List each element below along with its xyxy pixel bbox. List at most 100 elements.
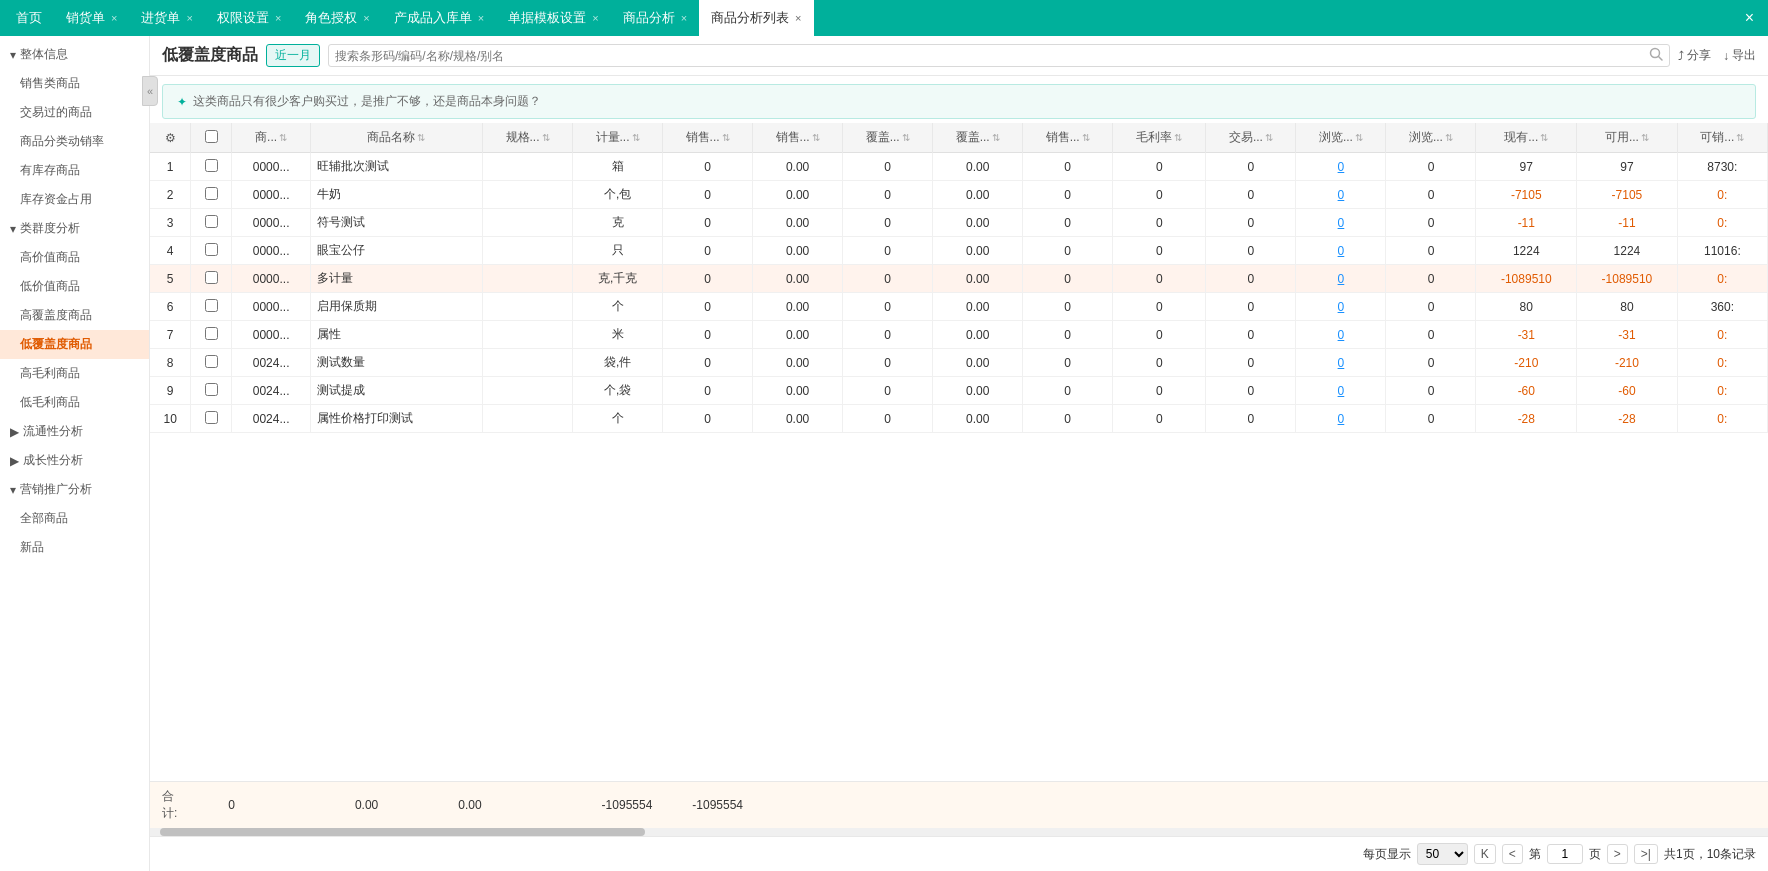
sidebar-item-sales-goods[interactable]: 销售类商品 bbox=[0, 69, 149, 98]
row-view1[interactable]: 0 bbox=[1296, 153, 1386, 181]
sidebar-item-low-value[interactable]: 低价值商品 bbox=[0, 272, 149, 301]
row-cover2: 0.00 bbox=[933, 181, 1023, 209]
nav-tab-template[interactable]: 单据模板设置 × bbox=[496, 0, 610, 36]
sidebar-item-high-gross[interactable]: 高毛利商品 bbox=[0, 359, 149, 388]
prev-page-button[interactable]: < bbox=[1502, 844, 1523, 864]
filter-period-button[interactable]: 近一月 bbox=[266, 44, 320, 67]
sidebar-item-low-gross[interactable]: 低毛利商品 bbox=[0, 388, 149, 417]
row-cover1: 0 bbox=[843, 377, 933, 405]
select-all-checkbox[interactable] bbox=[205, 130, 218, 143]
nav-tab-permission-close[interactable]: × bbox=[275, 12, 281, 24]
horizontal-scrollbar[interactable] bbox=[150, 828, 1768, 836]
sidebar-item-high-coverage[interactable]: 高覆盖度商品 bbox=[0, 301, 149, 330]
col-code[interactable]: 商...⇅ bbox=[232, 123, 310, 153]
col-sales-amount[interactable]: 销售...⇅ bbox=[753, 123, 843, 153]
col-available-stock[interactable]: 可用...⇅ bbox=[1577, 123, 1678, 153]
row-checkbox[interactable] bbox=[191, 209, 232, 237]
row-view1[interactable]: 0 bbox=[1296, 293, 1386, 321]
sidebar-item-high-value[interactable]: 高价值商品 bbox=[0, 243, 149, 272]
row-view1[interactable]: 0 bbox=[1296, 349, 1386, 377]
nav-tab-analysis-list-close[interactable]: × bbox=[795, 12, 801, 24]
export-button[interactable]: ↓ 导出 bbox=[1723, 47, 1756, 64]
nav-tab-permission-label: 权限设置 bbox=[217, 9, 269, 27]
nav-tab-purchase-close[interactable]: × bbox=[186, 12, 192, 24]
row-view1[interactable]: 0 bbox=[1296, 405, 1386, 433]
sidebar-section-overall[interactable]: ▾ 整体信息 bbox=[0, 40, 149, 69]
row-checkbox[interactable] bbox=[191, 181, 232, 209]
col-cover2[interactable]: 覆盖...⇅ bbox=[933, 123, 1023, 153]
col-trade[interactable]: 交易...⇅ bbox=[1206, 123, 1296, 153]
sidebar-item-new-goods[interactable]: 新品 bbox=[0, 533, 149, 562]
row-checkbox[interactable] bbox=[191, 293, 232, 321]
sidebar-section-flow[interactable]: ▶ 流通性分析 bbox=[0, 417, 149, 446]
nav-tab-template-close[interactable]: × bbox=[592, 12, 598, 24]
col-sellable[interactable]: 可销...⇅ bbox=[1677, 123, 1767, 153]
row-view1[interactable]: 0 bbox=[1296, 237, 1386, 265]
row-checkbox[interactable] bbox=[191, 405, 232, 433]
nav-tab-analysis-list[interactable]: 商品分析列表 × bbox=[699, 0, 813, 36]
col-sales-last[interactable]: 销售...⇅ bbox=[1023, 123, 1113, 153]
row-current-stock: -1089510 bbox=[1476, 265, 1577, 293]
row-checkbox[interactable] bbox=[191, 321, 232, 349]
nav-close-all-button[interactable]: × bbox=[1735, 9, 1764, 27]
col-unit[interactable]: 计量...⇅ bbox=[573, 123, 663, 153]
col-settings[interactable]: ⚙ bbox=[150, 123, 191, 153]
col-cover1[interactable]: 覆盖...⇅ bbox=[843, 123, 933, 153]
sidebar-section-growth[interactable]: ▶ 成长性分析 bbox=[0, 446, 149, 475]
nav-tab-role[interactable]: 角色授权 × bbox=[293, 0, 381, 36]
sidebar-section-group[interactable]: ▾ 类群度分析 bbox=[0, 214, 149, 243]
row-checkbox[interactable] bbox=[191, 237, 232, 265]
nav-tab-sales-close[interactable]: × bbox=[111, 12, 117, 24]
page-number-input[interactable] bbox=[1547, 844, 1583, 864]
first-page-button[interactable]: K bbox=[1474, 844, 1496, 864]
sidebar-collapse-button[interactable]: « bbox=[142, 76, 158, 106]
nav-tab-home[interactable]: 首页 bbox=[4, 0, 54, 36]
export-icon: ↓ bbox=[1723, 49, 1729, 63]
pagination-bar: 每页显示 50 100 200 K < 第 页 > >| 共1页，10条记录 bbox=[150, 836, 1768, 871]
col-sales-count[interactable]: 销售...⇅ bbox=[663, 123, 753, 153]
sidebar-item-traded-goods[interactable]: 交易过的商品 bbox=[0, 98, 149, 127]
nav-tab-product-in[interactable]: 产成品入库单 × bbox=[382, 0, 496, 36]
row-view1[interactable]: 0 bbox=[1296, 321, 1386, 349]
search-input[interactable] bbox=[335, 49, 1645, 63]
nav-tab-permission[interactable]: 权限设置 × bbox=[205, 0, 293, 36]
col-spec[interactable]: 规格...⇅ bbox=[483, 123, 573, 153]
col-current-stock[interactable]: 现有...⇅ bbox=[1476, 123, 1577, 153]
row-checkbox[interactable] bbox=[191, 265, 232, 293]
col-gross-rate[interactable]: 毛利率⇅ bbox=[1113, 123, 1206, 153]
nav-tab-analysis-close[interactable]: × bbox=[681, 12, 687, 24]
row-current-stock: -7105 bbox=[1476, 181, 1577, 209]
sidebar-section-marketing[interactable]: ▾ 营销推广分析 bbox=[0, 475, 149, 504]
row-sales-last: 0 bbox=[1023, 209, 1113, 237]
nav-tab-product-in-close[interactable]: × bbox=[478, 12, 484, 24]
next-page-button[interactable]: > bbox=[1607, 844, 1628, 864]
search-box bbox=[328, 44, 1670, 67]
col-view1[interactable]: 浏览...⇅ bbox=[1296, 123, 1386, 153]
row-sellable: 0: bbox=[1677, 265, 1767, 293]
row-checkbox[interactable] bbox=[191, 377, 232, 405]
sidebar-item-stock-goods[interactable]: 有库存商品 bbox=[0, 156, 149, 185]
share-button[interactable]: ⤴ 分享 bbox=[1678, 47, 1711, 64]
row-view1[interactable]: 0 bbox=[1296, 265, 1386, 293]
page-size-select[interactable]: 50 100 200 bbox=[1417, 843, 1468, 865]
row-checkbox[interactable] bbox=[191, 349, 232, 377]
nav-tab-role-close[interactable]: × bbox=[363, 12, 369, 24]
last-page-button[interactable]: >| bbox=[1634, 844, 1658, 864]
sidebar-item-all-goods[interactable]: 全部商品 bbox=[0, 504, 149, 533]
search-icon[interactable] bbox=[1649, 47, 1663, 64]
sidebar-item-stock-capital[interactable]: 库存资金占用 bbox=[0, 185, 149, 214]
row-unit: 个,包 bbox=[573, 181, 663, 209]
sidebar-item-low-coverage[interactable]: 低覆盖度商品 bbox=[0, 330, 149, 359]
nav-tab-purchase[interactable]: 进货单 × bbox=[129, 0, 204, 36]
nav-tab-product-in-label: 产成品入库单 bbox=[394, 9, 472, 27]
nav-tab-analysis[interactable]: 商品分析 × bbox=[611, 0, 699, 36]
row-view1[interactable]: 0 bbox=[1296, 209, 1386, 237]
col-view2[interactable]: 浏览...⇅ bbox=[1386, 123, 1476, 153]
sidebar-item-category-rate[interactable]: 商品分类动销率 bbox=[0, 127, 149, 156]
row-view1[interactable]: 0 bbox=[1296, 181, 1386, 209]
row-view1[interactable]: 0 bbox=[1296, 377, 1386, 405]
row-sellable: 0: bbox=[1677, 209, 1767, 237]
col-name[interactable]: 商品名称⇅ bbox=[310, 123, 482, 153]
nav-tab-sales[interactable]: 销货单 × bbox=[54, 0, 129, 36]
row-checkbox[interactable] bbox=[191, 153, 232, 181]
